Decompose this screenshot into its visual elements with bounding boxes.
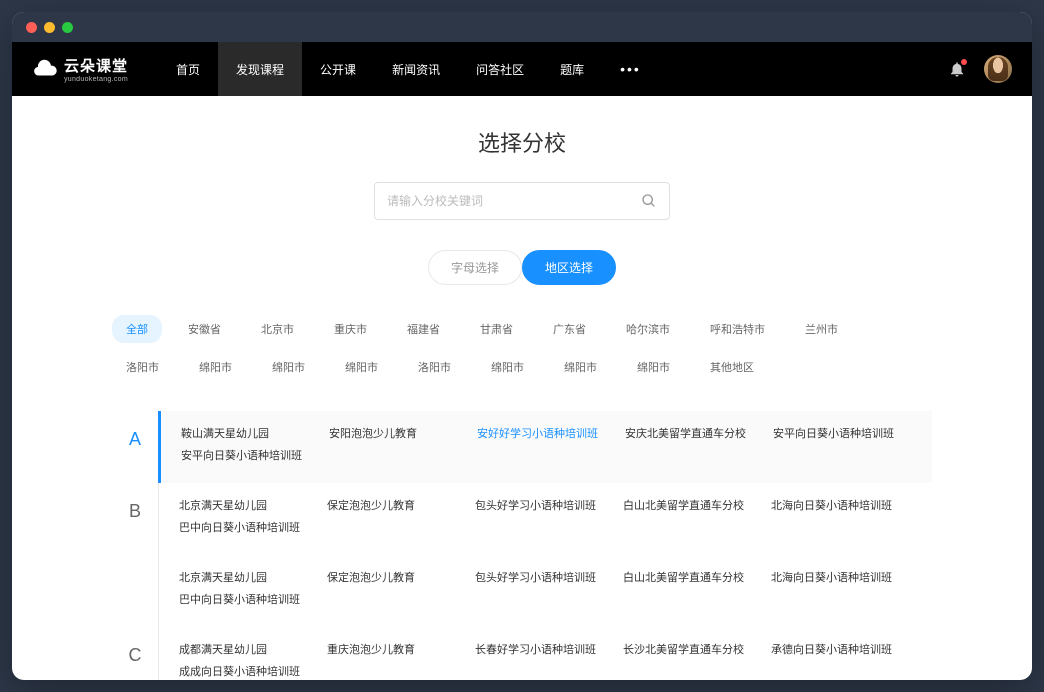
school-item[interactable]: 北海向日葵小语种培训班: [771, 497, 919, 513]
app-header: 云朵课堂 yunduoketang.com 首页发现课程公开课新闻资讯问答社区题…: [12, 42, 1032, 96]
school-item[interactable]: 白山北美留学直通车分校: [623, 569, 771, 585]
page-title: 选择分校: [12, 126, 1032, 158]
school-item[interactable]: 包头好学习小语种培训班: [475, 497, 623, 513]
school-item[interactable]: 保定泡泡少儿教育: [327, 497, 475, 513]
region-filters: 全部安徽省北京市重庆市福建省甘肃省广东省哈尔滨市呼和浩特市兰州市洛阳市绵阳市绵阳…: [12, 315, 1032, 391]
region-filter-chip[interactable]: 绵阳市: [185, 353, 246, 381]
school-item[interactable]: 鞍山满天星幼儿园: [181, 425, 329, 441]
app-window: 云朵课堂 yunduoketang.com 首页发现课程公开课新闻资讯问答社区题…: [12, 12, 1032, 680]
traffic-lights: [26, 22, 73, 33]
school-item[interactable]: 成成向日葵小语种培训班: [179, 663, 327, 679]
nav-more-button[interactable]: •••: [602, 61, 659, 77]
school-item[interactable]: 承德向日葵小语种培训班: [771, 641, 919, 657]
region-filter-chip[interactable]: 甘肃省: [466, 315, 527, 343]
user-avatar[interactable]: [984, 55, 1012, 83]
region-filter-chip[interactable]: 绵阳市: [331, 353, 392, 381]
region-filter-chip[interactable]: 绵阳市: [550, 353, 611, 381]
school-item[interactable]: 安好好学习小语种培训班: [477, 425, 625, 441]
main-nav: 首页发现课程公开课新闻资讯问答社区题库: [158, 42, 602, 96]
letter-group: C 成都满天星幼儿园重庆泡泡少儿教育长春好学习小语种培训班长沙北美留学直通车分校承…: [112, 627, 932, 680]
school-item[interactable]: 巴中向日葵小语种培训班: [179, 519, 327, 535]
region-filter-chip[interactable]: 福建省: [393, 315, 454, 343]
region-filter-chip[interactable]: 哈尔滨市: [612, 315, 684, 343]
letter-label: A: [129, 429, 141, 450]
letter-group: B北京满天星幼儿园保定泡泡少儿教育包头好学习小语种培训班白山北美留学直通车分校北…: [112, 483, 932, 627]
selection-mode-toggle: 字母选择 地区选择: [428, 250, 616, 285]
school-item[interactable]: 长沙北美留学直通车分校: [623, 641, 771, 657]
brand-name: 云朵课堂: [64, 55, 128, 76]
brand-logo[interactable]: 云朵课堂 yunduoketang.com: [32, 55, 128, 83]
school-list: A鞍山满天星幼儿园安阳泡泡少儿教育安好好学习小语种培训班安庆北美留学直通车分校安…: [12, 411, 1032, 680]
region-filter-chip[interactable]: 洛阳市: [404, 353, 465, 381]
school-item[interactable]: 北京满天星幼儿园: [179, 497, 327, 513]
region-filter-chip[interactable]: 其他地区: [696, 353, 768, 381]
school-item[interactable]: 安平向日葵小语种培训班: [181, 447, 329, 463]
brand-sub: yunduoketang.com: [64, 76, 128, 83]
region-select-tab[interactable]: 地区选择: [522, 250, 616, 285]
maximize-window-button[interactable]: [62, 22, 73, 33]
school-item[interactable]: 安庆北美留学直通车分校: [625, 425, 773, 441]
nav-item[interactable]: 发现课程: [218, 42, 302, 96]
region-filter-chip[interactable]: 绵阳市: [623, 353, 684, 381]
school-item[interactable]: 保定泡泡少儿教育: [327, 569, 475, 585]
letter-select-tab[interactable]: 字母选择: [428, 250, 522, 285]
window-titlebar: [12, 12, 1032, 42]
school-item[interactable]: 巴中向日葵小语种培训班: [179, 591, 327, 607]
nav-item[interactable]: 首页: [158, 42, 218, 96]
nav-item[interactable]: 公开课: [302, 42, 374, 96]
school-item[interactable]: 成都满天星幼儿园: [179, 641, 327, 657]
school-item[interactable]: 安阳泡泡少儿教育: [329, 425, 477, 441]
region-filter-chip[interactable]: 重庆市: [320, 315, 381, 343]
close-window-button[interactable]: [26, 22, 37, 33]
nav-item[interactable]: 问答社区: [458, 42, 542, 96]
search-input[interactable]: [387, 194, 641, 208]
school-item[interactable]: 白山北美留学直通车分校: [623, 497, 771, 513]
region-filter-chip[interactable]: 安徽省: [174, 315, 235, 343]
region-filter-chip[interactable]: 绵阳市: [258, 353, 319, 381]
region-filter-chip[interactable]: 兰州市: [791, 315, 852, 343]
region-filter-chip[interactable]: 全部: [112, 315, 162, 343]
school-item[interactable]: 安平向日葵小语种培训班: [773, 425, 921, 441]
letter-label: B: [129, 501, 141, 522]
letter-label: C: [129, 645, 142, 666]
search-icon[interactable]: [641, 193, 657, 209]
school-item[interactable]: 包头好学习小语种培训班: [475, 569, 623, 585]
school-item[interactable]: 北海向日葵小语种培训班: [771, 569, 919, 585]
main-content: 选择分校 字母选择 地区选择 全部安徽省北京市重庆市福建省甘肃省广东省哈尔滨市呼…: [12, 96, 1032, 680]
cloud-logo-icon: [32, 56, 58, 82]
region-filter-chip[interactable]: 广东省: [539, 315, 600, 343]
nav-item[interactable]: 题库: [542, 42, 602, 96]
school-item[interactable]: 北京满天星幼儿园: [179, 569, 327, 585]
school-item[interactable]: 长春好学习小语种培训班: [475, 641, 623, 657]
notification-bell-icon[interactable]: [948, 60, 966, 78]
school-item[interactable]: 重庆泡泡少儿教育: [327, 641, 475, 657]
nav-item[interactable]: 新闻资讯: [374, 42, 458, 96]
notification-badge: [961, 59, 967, 65]
region-filter-chip[interactable]: 北京市: [247, 315, 308, 343]
search-box: [374, 182, 670, 220]
region-filter-chip[interactable]: 绵阳市: [477, 353, 538, 381]
minimize-window-button[interactable]: [44, 22, 55, 33]
letter-group: A鞍山满天星幼儿园安阳泡泡少儿教育安好好学习小语种培训班安庆北美留学直通车分校安…: [112, 411, 932, 483]
region-filter-chip[interactable]: 洛阳市: [112, 353, 173, 381]
region-filter-chip[interactable]: 呼和浩特市: [696, 315, 779, 343]
